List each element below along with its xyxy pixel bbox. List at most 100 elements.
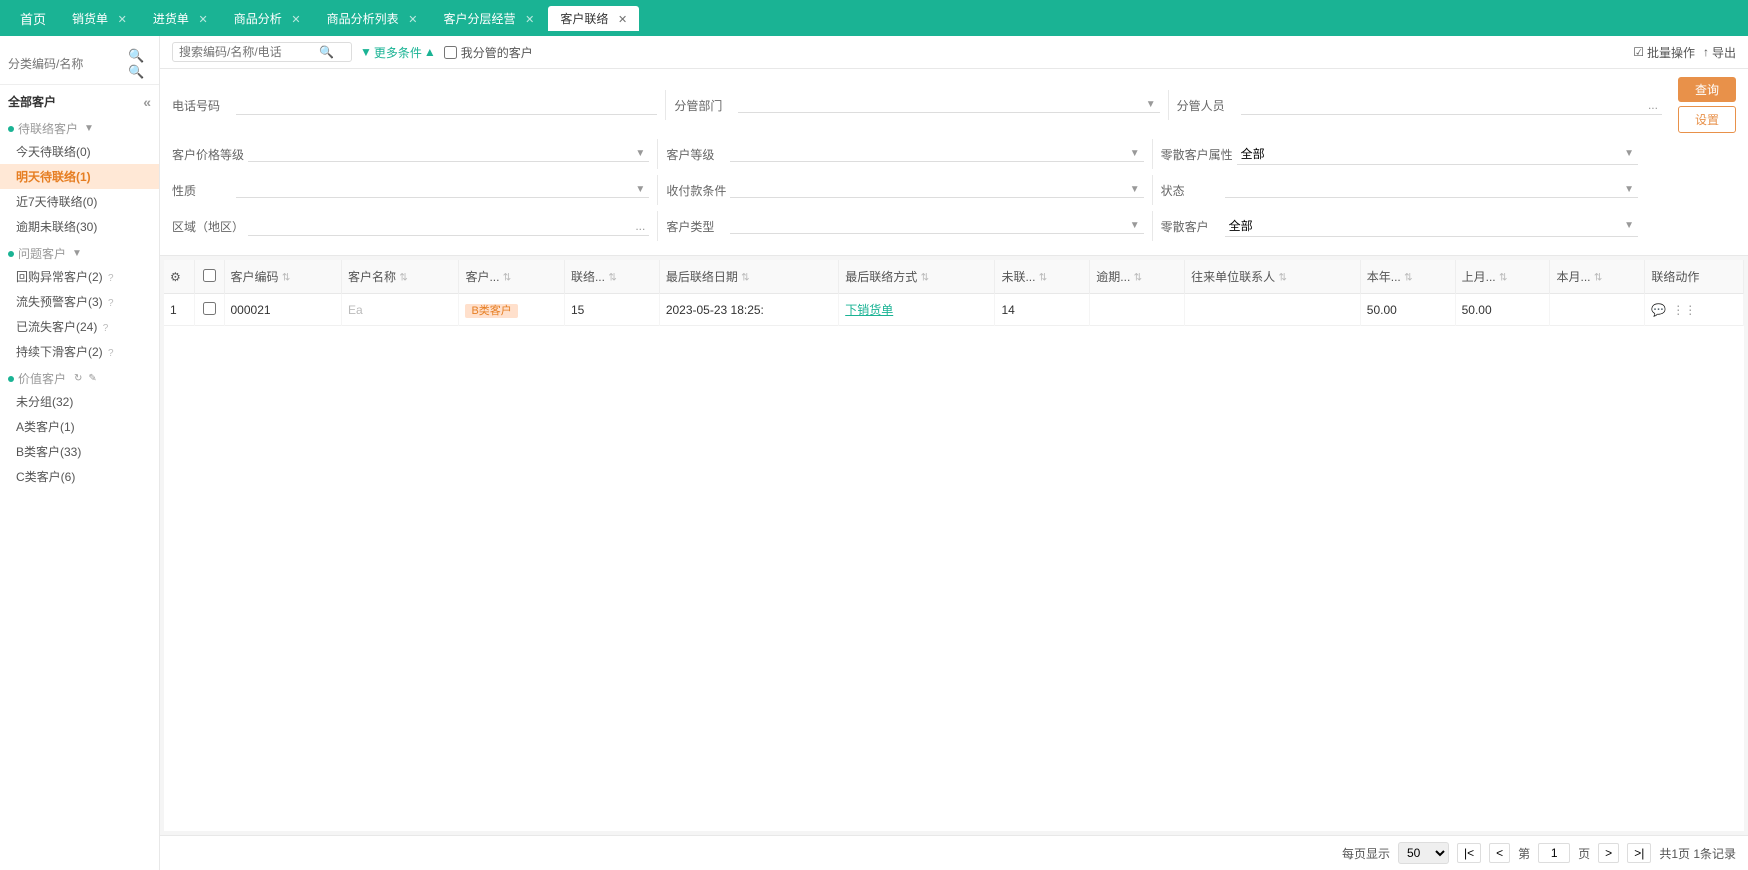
sort-icon[interactable]: ⇅ bbox=[1404, 272, 1412, 283]
first-page-button[interactable]: |< bbox=[1457, 843, 1481, 863]
sidebar-search-input[interactable] bbox=[8, 57, 128, 71]
refresh-icon[interactable]: ↻ bbox=[74, 373, 82, 384]
prev-page-button[interactable]: < bbox=[1489, 843, 1510, 863]
nav-product-analysis-list[interactable]: 商品分析列表 ✕ bbox=[315, 6, 430, 31]
select-all-checkbox[interactable] bbox=[203, 269, 216, 282]
query-button[interactable]: 查询 bbox=[1678, 77, 1736, 102]
sidebar-item-today[interactable]: 今天待联络(0) bbox=[0, 139, 159, 164]
sidebar-item-tomorrow[interactable]: 明天待联络(1) bbox=[0, 164, 159, 189]
sort-icon[interactable]: ⇅ bbox=[282, 272, 290, 283]
retail-customer-select[interactable]: 全部 ▼ bbox=[1225, 215, 1638, 237]
sidebar-item-ungrouped[interactable]: 未分组(32) bbox=[0, 389, 159, 414]
filter-icon: ▼ bbox=[360, 45, 372, 59]
sort-icon[interactable]: ⇅ bbox=[1039, 272, 1047, 283]
my-customers-check[interactable] bbox=[444, 46, 457, 59]
my-customers-checkbox[interactable]: 我分管的客户 bbox=[444, 44, 533, 61]
next-page-button[interactable]: > bbox=[1598, 843, 1619, 863]
edit-icon[interactable]: ✎ bbox=[88, 373, 96, 384]
customer-type-label: 客户类型 bbox=[666, 218, 726, 235]
main-search-input[interactable] bbox=[179, 45, 319, 59]
sort-icon[interactable]: ⇅ bbox=[1594, 272, 1602, 283]
close-icon[interactable]: ✕ bbox=[199, 14, 208, 26]
sort-icon[interactable]: ⇅ bbox=[741, 272, 749, 283]
last-page-button[interactable]: >| bbox=[1627, 843, 1651, 863]
sort-icon[interactable]: ⇅ bbox=[1499, 272, 1507, 283]
customer-type-select[interactable]: ▼ bbox=[730, 218, 1143, 234]
dept-select[interactable]: ▼ bbox=[738, 97, 1159, 113]
col-this-year-header: 本年... ⇅ bbox=[1360, 260, 1455, 294]
chevron-down-icon: ▼ bbox=[635, 184, 645, 195]
sidebar-item-c-class[interactable]: C类客户(6) bbox=[0, 464, 159, 489]
customer-name-blurred: Ea bbox=[348, 303, 363, 317]
per-page-select[interactable]: 50 100 200 bbox=[1398, 842, 1449, 864]
collapse-icon[interactable]: « bbox=[143, 94, 151, 110]
sort-icon[interactable]: ⇅ bbox=[1134, 272, 1142, 283]
filter-row-3: 性质 ▼ 收付款条件 ▼ 状态 bbox=[172, 175, 1736, 205]
nav-customer-tier[interactable]: 客户分层经营 ✕ bbox=[431, 6, 546, 31]
sort-icon[interactable]: ⇅ bbox=[921, 272, 929, 283]
last-method-link[interactable]: 下销货单 bbox=[845, 303, 893, 317]
dept-label: 分管部门 bbox=[674, 97, 734, 114]
search-box: 🔍 bbox=[172, 42, 352, 62]
status-select[interactable]: ▼ bbox=[1225, 182, 1638, 198]
sidebar-item-abnormal[interactable]: 回购异常客户(2) ? bbox=[0, 264, 159, 289]
phone-label: 电话号码 bbox=[172, 97, 232, 114]
settings-icon[interactable]: ⚙ bbox=[170, 270, 181, 284]
sidebar-item-churned[interactable]: 已流失客户(24) ? bbox=[0, 314, 159, 339]
sidebar-item-a-class[interactable]: A类客户(1) bbox=[0, 414, 159, 439]
region-dots[interactable]: ... bbox=[635, 219, 645, 233]
price-level-field: 客户价格等级 ▼ bbox=[172, 146, 649, 163]
sidebar-search-icon[interactable]: 🔍 bbox=[128, 48, 151, 80]
customer-level-select[interactable]: ▼ bbox=[730, 146, 1143, 162]
sidebar-item-declining[interactable]: 持续下滑客户(2) ? bbox=[0, 339, 159, 364]
sidebar-item-7days[interactable]: 近7天待联络(0) bbox=[0, 189, 159, 214]
row-checkbox[interactable] bbox=[203, 302, 216, 315]
search-icon[interactable]: 🔍 bbox=[319, 45, 334, 59]
reset-button[interactable]: 设置 bbox=[1678, 106, 1736, 133]
retail-customer-label: 零散客户 bbox=[1161, 218, 1221, 235]
person-dots[interactable]: ... bbox=[1648, 98, 1658, 112]
col-last-date-header: 最后联络日期 ⇅ bbox=[659, 260, 838, 294]
export-icon: ↑ bbox=[1703, 45, 1709, 59]
sort-icon[interactable]: ⇅ bbox=[503, 272, 511, 283]
row-action-contact[interactable]: 💬 bbox=[1651, 303, 1666, 317]
retail-attr-label: 零散客户属性 bbox=[1161, 146, 1233, 163]
sort-icon[interactable]: ⇅ bbox=[399, 272, 407, 283]
col-this-month-header: 本月... ⇅ bbox=[1550, 260, 1645, 294]
retail-attr-select[interactable]: 全部 ▼ bbox=[1237, 143, 1638, 165]
batch-operation-button[interactable]: ☑ 批量操作 bbox=[1633, 44, 1695, 61]
row-last-method[interactable]: 下销货单 bbox=[839, 294, 995, 326]
sort-icon[interactable]: ⇅ bbox=[1279, 272, 1287, 283]
phone-input[interactable] bbox=[236, 96, 657, 115]
page-number-input[interactable] bbox=[1538, 843, 1570, 863]
close-icon[interactable]: ✕ bbox=[618, 14, 627, 26]
row-name[interactable]: Ea bbox=[341, 294, 458, 326]
close-icon[interactable]: ✕ bbox=[291, 14, 300, 26]
pending-section-label: 待联络客户 ▼ bbox=[0, 114, 159, 139]
close-icon[interactable]: ✕ bbox=[118, 14, 127, 26]
row-type: B类客户 bbox=[459, 294, 565, 326]
row-last-date: 2023-05-23 18:25: bbox=[659, 294, 838, 326]
nature-select[interactable]: ▼ bbox=[236, 182, 649, 198]
page-label: 第 bbox=[1518, 845, 1530, 862]
payment-select[interactable]: ▼ bbox=[730, 182, 1143, 198]
nav-sales-order[interactable]: 销货单 ✕ bbox=[60, 6, 139, 31]
price-level-select[interactable]: ▼ bbox=[248, 146, 649, 162]
sidebar-item-b-class[interactable]: B类客户(33) bbox=[0, 439, 159, 464]
close-icon[interactable]: ✕ bbox=[408, 14, 417, 26]
row-code: 000021 bbox=[224, 294, 341, 326]
close-icon[interactable]: ✕ bbox=[525, 14, 534, 26]
sidebar-item-churn-warning[interactable]: 流失预警客户(3) ? bbox=[0, 289, 159, 314]
more-filter-button[interactable]: ▼ 更多条件 ▲ bbox=[360, 44, 436, 61]
sort-icon[interactable]: ⇅ bbox=[608, 272, 616, 283]
customer-level-label: 客户等级 bbox=[666, 146, 726, 163]
nav-purchase-order[interactable]: 进货单 ✕ bbox=[141, 6, 220, 31]
col-settings[interactable]: ⚙ bbox=[164, 260, 194, 294]
export-button[interactable]: ↑ 导出 bbox=[1703, 44, 1736, 61]
chevron-down-icon: ▼ bbox=[1624, 220, 1634, 231]
row-action-more[interactable]: ⋮⋮ bbox=[1672, 303, 1696, 317]
nav-home[interactable]: 首页 bbox=[8, 5, 58, 32]
sidebar-item-overdue[interactable]: 逾期未联络(30) bbox=[0, 214, 159, 239]
nav-customer-contact[interactable]: 客户联络 ✕ bbox=[548, 6, 639, 31]
nav-product-analysis[interactable]: 商品分析 ✕ bbox=[222, 6, 313, 31]
